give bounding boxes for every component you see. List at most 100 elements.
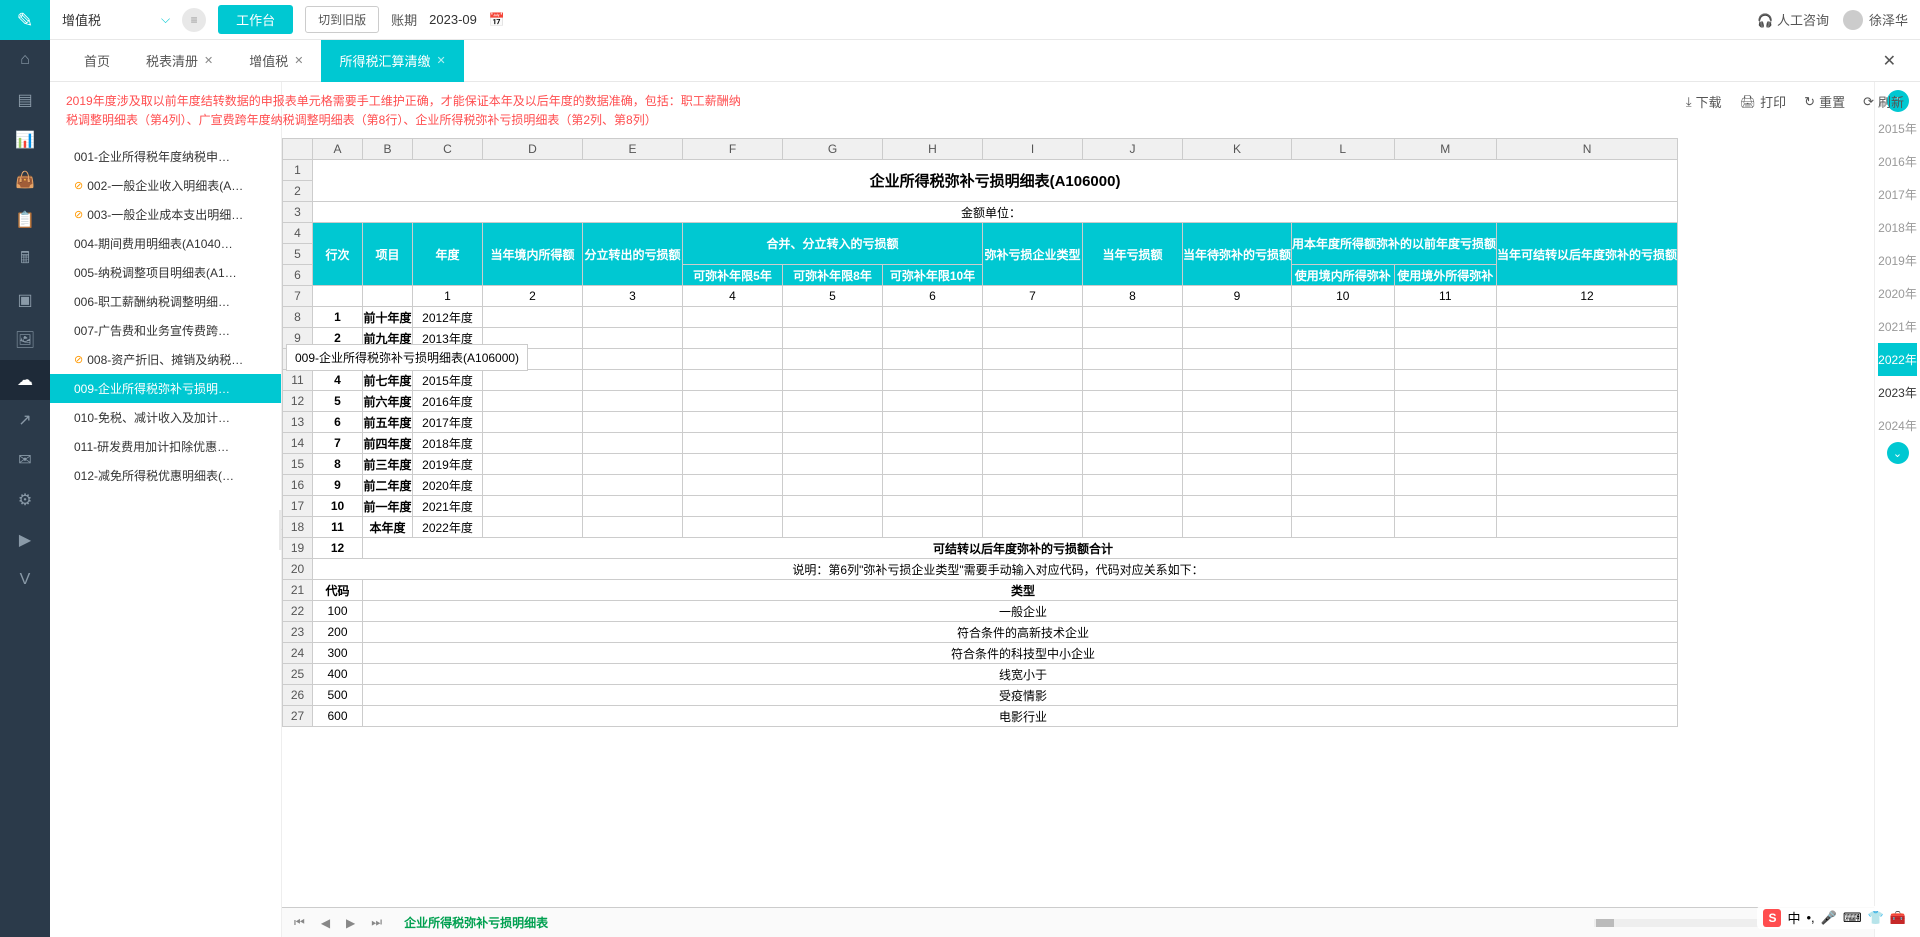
cell[interactable]	[1497, 328, 1678, 349]
cell[interactable]	[683, 475, 783, 496]
form-item[interactable]: 007-广告费和业务宣传费跨…	[50, 316, 281, 345]
cell[interactable]	[683, 370, 783, 391]
form-item[interactable]: ⊘002-一般企业收入明细表(A…	[50, 171, 281, 200]
cell[interactable]: 前二年度	[363, 475, 413, 496]
cell[interactable]	[1394, 307, 1497, 328]
cell[interactable]	[883, 475, 983, 496]
cell[interactable]	[983, 307, 1083, 328]
year-item[interactable]: 2023年	[1878, 376, 1917, 409]
cell[interactable]	[783, 412, 883, 433]
cell[interactable]	[483, 433, 583, 454]
cell[interactable]: 200	[313, 622, 363, 643]
ime-tool-icon[interactable]: 🧰	[1890, 910, 1906, 926]
cell[interactable]	[1394, 349, 1497, 370]
cell[interactable]: 500	[313, 685, 363, 706]
row-num[interactable]: 1	[313, 307, 363, 328]
cell[interactable]	[1183, 349, 1292, 370]
year-item[interactable]: 2021年	[1878, 310, 1917, 343]
period-value[interactable]: 2023-09	[429, 12, 477, 27]
col-num[interactable]: 9	[1183, 286, 1292, 307]
grid-scroll[interactable]: ABCDEFGHIJKLMN1企业所得税弥补亏损明细表(A106000)23金额…	[282, 138, 1874, 907]
cell[interactable]	[683, 391, 783, 412]
nav-home-icon[interactable]: ⌂	[0, 40, 50, 80]
cell[interactable]: 2016年度	[413, 391, 483, 412]
refresh-button[interactable]: ⟳ 刷新	[1863, 92, 1904, 111]
rail-down-icon[interactable]: ⌄	[1887, 442, 1909, 464]
close-icon[interactable]: ✕	[204, 54, 213, 67]
cell[interactable]	[783, 307, 883, 328]
cell[interactable]	[683, 496, 783, 517]
cell[interactable]	[1083, 349, 1183, 370]
cell[interactable]: 前五年度	[363, 412, 413, 433]
col-header[interactable]: G	[783, 139, 883, 160]
cell[interactable]: 可结转以后年度弥补的亏损额合计	[363, 538, 1678, 559]
sheet-tab[interactable]: 企业所得税弥补亏损明细表	[394, 914, 558, 931]
cell[interactable]	[983, 496, 1083, 517]
row-num[interactable]: 12	[313, 538, 363, 559]
cell[interactable]	[583, 307, 683, 328]
cell[interactable]: 400	[313, 664, 363, 685]
tab-tax-list[interactable]: 税表清册✕	[128, 40, 231, 82]
col-header[interactable]: F	[683, 139, 783, 160]
cell[interactable]: 600	[313, 706, 363, 727]
row-header[interactable]: 13	[283, 412, 313, 433]
ime-punct-icon[interactable]: •,	[1807, 910, 1815, 925]
cell[interactable]: 前七年度	[363, 370, 413, 391]
col-num[interactable]: 1	[413, 286, 483, 307]
year-item[interactable]: 2022年	[1878, 343, 1917, 376]
reset-button[interactable]: ↻ 重置	[1804, 92, 1845, 111]
cell[interactable]	[1292, 496, 1395, 517]
cell[interactable]	[783, 496, 883, 517]
row-header[interactable]: 7	[283, 286, 313, 307]
row-num[interactable]: 7	[313, 433, 363, 454]
cell[interactable]	[1394, 433, 1497, 454]
cell[interactable]: 100	[313, 601, 363, 622]
col-header[interactable]: K	[1183, 139, 1292, 160]
row-header[interactable]: 23	[283, 622, 313, 643]
cell[interactable]	[1497, 370, 1678, 391]
cell[interactable]: 本年度	[363, 517, 413, 538]
cell[interactable]	[983, 433, 1083, 454]
cell[interactable]	[783, 475, 883, 496]
ime-toolbar[interactable]: S 中 •, 🎤 ⌨ 👕 🧰	[1757, 906, 1912, 929]
year-item[interactable]: 2018年	[1878, 211, 1917, 244]
cell[interactable]	[1497, 349, 1678, 370]
cell[interactable]	[983, 475, 1083, 496]
cell[interactable]	[1497, 433, 1678, 454]
tab-income-tax[interactable]: 所得税汇算清缴✕	[321, 40, 463, 82]
row-num[interactable]: 6	[313, 412, 363, 433]
cell[interactable]: 前三年度	[363, 454, 413, 475]
cell[interactable]	[783, 391, 883, 412]
nav-doc-icon[interactable]: ▤	[0, 80, 50, 120]
nav-clip-icon[interactable]: 📋	[0, 200, 50, 240]
user-menu[interactable]: 徐泽华	[1843, 10, 1908, 30]
cell[interactable]: 类型	[363, 580, 1678, 601]
cell[interactable]: 符合条件的高新技术企业	[363, 622, 1678, 643]
nav-chart-icon[interactable]: 📊	[0, 120, 50, 160]
cell[interactable]	[583, 412, 683, 433]
cell[interactable]	[1292, 349, 1395, 370]
cell[interactable]	[1292, 307, 1395, 328]
cell[interactable]	[883, 454, 983, 475]
row-header[interactable]: 6	[283, 265, 313, 286]
cell[interactable]	[1183, 370, 1292, 391]
cell[interactable]: 2017年度	[413, 412, 483, 433]
cell[interactable]	[983, 370, 1083, 391]
form-item[interactable]: 006-职工薪酬纳税调整明细…	[50, 287, 281, 316]
cell[interactable]	[983, 454, 1083, 475]
cell[interactable]	[583, 475, 683, 496]
cell[interactable]	[683, 454, 783, 475]
cell[interactable]	[583, 349, 683, 370]
nav-gear-icon[interactable]: ⚙	[0, 480, 50, 520]
col-header[interactable]: H	[883, 139, 983, 160]
row-header[interactable]: 24	[283, 643, 313, 664]
col-header[interactable]: L	[1292, 139, 1395, 160]
year-item[interactable]: 2019年	[1878, 244, 1917, 277]
cell[interactable]: 线宽小于	[363, 664, 1678, 685]
form-item[interactable]: 009-企业所得税弥补亏损明…	[50, 374, 281, 403]
row-num[interactable]: 9	[313, 475, 363, 496]
cell[interactable]	[683, 328, 783, 349]
close-all-icon[interactable]: ✕	[1875, 51, 1904, 71]
cell[interactable]	[1394, 328, 1497, 349]
ime-skin-icon[interactable]: 👕	[1868, 910, 1884, 926]
